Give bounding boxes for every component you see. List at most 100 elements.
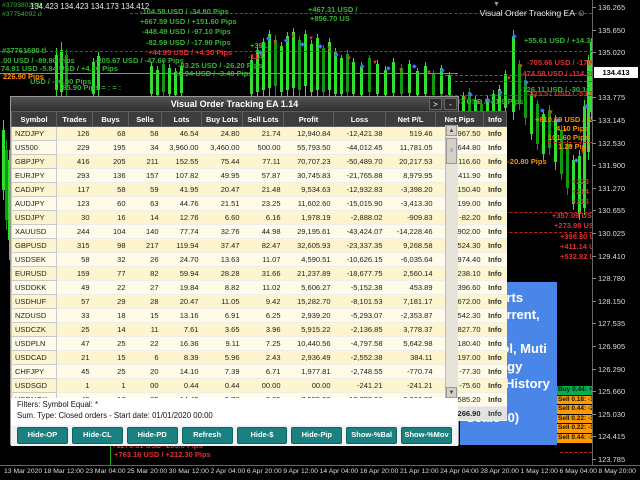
value-cell: 11.05	[201, 294, 243, 309]
info-link[interactable]: Info	[483, 336, 507, 351]
info-link[interactable]: Info	[483, 168, 507, 183]
time-axis[interactable]: 13 Mar 2020 18 Mar 12:00 23 Mar 04:00 25 Ma…	[0, 465, 640, 480]
column-header[interactable]: Trades	[56, 111, 93, 127]
column-header[interactable]: Info	[483, 111, 507, 127]
price-tick: 135.020	[591, 48, 626, 57]
panel-title[interactable]: Visual Order Tracking EA 1.14	[11, 97, 458, 112]
column-header[interactable]: Sell Lots	[242, 111, 284, 127]
panel-button-hide-pip[interactable]: Hide-Pip	[291, 427, 343, 444]
time-tick: 1 May 12:00	[520, 468, 558, 475]
value-cell: 0.44	[161, 378, 202, 393]
value-cell: 32.76	[201, 224, 243, 239]
column-header[interactable]: Loss	[333, 111, 386, 127]
value-cell: 60	[92, 196, 129, 211]
info-link[interactable]: Info	[483, 322, 507, 337]
info-link[interactable]: Info	[483, 182, 507, 197]
info-link[interactable]: Info	[483, 350, 507, 365]
price-tick: 126.290	[591, 365, 626, 374]
column-header[interactable]: Net P/L	[385, 111, 436, 127]
value-cell: 57	[56, 294, 93, 309]
info-link[interactable]: Info	[483, 252, 507, 267]
column-header[interactable]: Buys	[92, 111, 129, 127]
value-cell: 4,590.51	[283, 252, 334, 267]
panel-button-show-mov[interactable]: Show-%Mov	[401, 427, 452, 444]
trade-annotation: +357.09 USD	[552, 211, 598, 220]
value-cell: -909.83	[385, 210, 436, 225]
value-cell: 199.00	[435, 196, 484, 211]
trade-arrow-icon: ▼	[372, 60, 378, 66]
info-link[interactable]: Info	[483, 238, 507, 253]
value-cell: 2,936.49	[283, 350, 334, 365]
info-link[interactable]: Info	[483, 126, 507, 141]
time-tick: 18 Mar 12:00	[43, 468, 84, 475]
value-cell: 7.61	[161, 322, 202, 337]
symbol-cell: EURUSD	[11, 266, 57, 281]
info-link[interactable]: Info	[483, 364, 507, 379]
value-cell: 23.25	[242, 196, 284, 211]
value-cell: -6,035.64	[385, 252, 436, 267]
value-cell: 31.66	[242, 266, 284, 281]
price-tick: 126.905	[591, 342, 626, 351]
panel-minimize-button[interactable]: -	[444, 98, 457, 110]
scroll-down-icon[interactable]: ▼	[446, 387, 457, 398]
candle	[352, 62, 355, 94]
panel-button-hide-cl[interactable]: Hide-CL	[71, 427, 123, 444]
value-cell: -14,228.46	[385, 224, 436, 239]
info-link[interactable]: Info	[483, 294, 507, 309]
scroll-thumb[interactable]: ≡	[446, 138, 457, 164]
value-cell: 315	[56, 238, 93, 253]
panel-button-hide-pd[interactable]: Hide-PD	[126, 427, 178, 444]
column-header[interactable]: Buy Lots	[201, 111, 243, 127]
info-link[interactable]: Info	[483, 140, 507, 155]
value-cell: 6.91	[201, 308, 243, 323]
info-link[interactable]: Info	[483, 406, 507, 421]
panel-button-hide-[interactable]: Hide-$	[236, 427, 288, 444]
info-link[interactable]: Info	[483, 224, 507, 239]
value-cell: 19.84	[161, 280, 202, 295]
value-cell: 3,778.37	[385, 322, 436, 337]
info-link[interactable]: Info	[483, 196, 507, 211]
column-header[interactable]: Net Pips	[435, 111, 484, 127]
candle	[530, 94, 533, 134]
info-link[interactable]: Info	[483, 154, 507, 169]
info-link[interactable]: Info	[483, 392, 507, 407]
info-link[interactable]: Info	[483, 378, 507, 393]
value-cell: -12,421.38	[333, 126, 386, 141]
info-link[interactable]: Info	[483, 308, 507, 323]
symbol-cell: CADJPY	[11, 182, 57, 197]
value-cell: 5.96	[201, 350, 243, 365]
scroll-up-icon[interactable]: ▲	[446, 125, 457, 136]
trade-annotation: -16.94 USD / -3.40 Pips	[172, 69, 253, 78]
candle	[150, 66, 153, 94]
table-scrollbar[interactable]: ▲ ≡ ▼	[445, 125, 458, 398]
price-tick: 128.780	[591, 274, 626, 283]
value-cell: 63	[128, 196, 162, 211]
value-cell: 77.11	[242, 154, 284, 169]
value-cell: -12,932.83	[333, 182, 386, 197]
time-tick: 6 Apr 20:00	[246, 468, 282, 475]
value-cell: 8.39	[161, 350, 202, 365]
time-tick: 6 May 04:00	[559, 468, 597, 475]
value-cell: 15	[128, 308, 162, 323]
info-link[interactable]: Info	[483, 266, 507, 281]
column-header[interactable]: Lots	[161, 111, 202, 127]
info-link[interactable]: Info	[483, 280, 507, 295]
time-tick: 21 Apr 12:00	[399, 468, 439, 475]
info-link[interactable]: Info	[483, 210, 507, 225]
column-header[interactable]: Sells	[128, 111, 162, 127]
panel-button-hide-op[interactable]: Hide-OP	[17, 427, 68, 444]
value-cell: 3,960.00	[161, 140, 202, 155]
candle	[536, 104, 539, 144]
table-row: USDJPY 30 16 14 12.76 6.60 6.16 1,978.19 -2,888.…	[11, 210, 507, 225]
column-header[interactable]: Symbol	[11, 111, 57, 127]
value-cell: 44.76	[161, 196, 202, 211]
value-cell: 6.60	[201, 210, 243, 225]
panel-button-show-bal[interactable]: Show-%Bal	[346, 427, 398, 444]
candle	[408, 64, 411, 93]
panel-expand-button[interactable]: >	[429, 98, 442, 110]
panel-button-refresh[interactable]: Refresh	[181, 427, 233, 444]
price-scale[interactable]: 136.265 135.650 135.020 133.775 133.145 132.5…	[591, 0, 640, 465]
time-tick: 9 Apr 12:00	[283, 468, 319, 475]
trade-arrow-icon: ▼	[308, 36, 314, 42]
column-header[interactable]: Profit	[283, 111, 334, 127]
